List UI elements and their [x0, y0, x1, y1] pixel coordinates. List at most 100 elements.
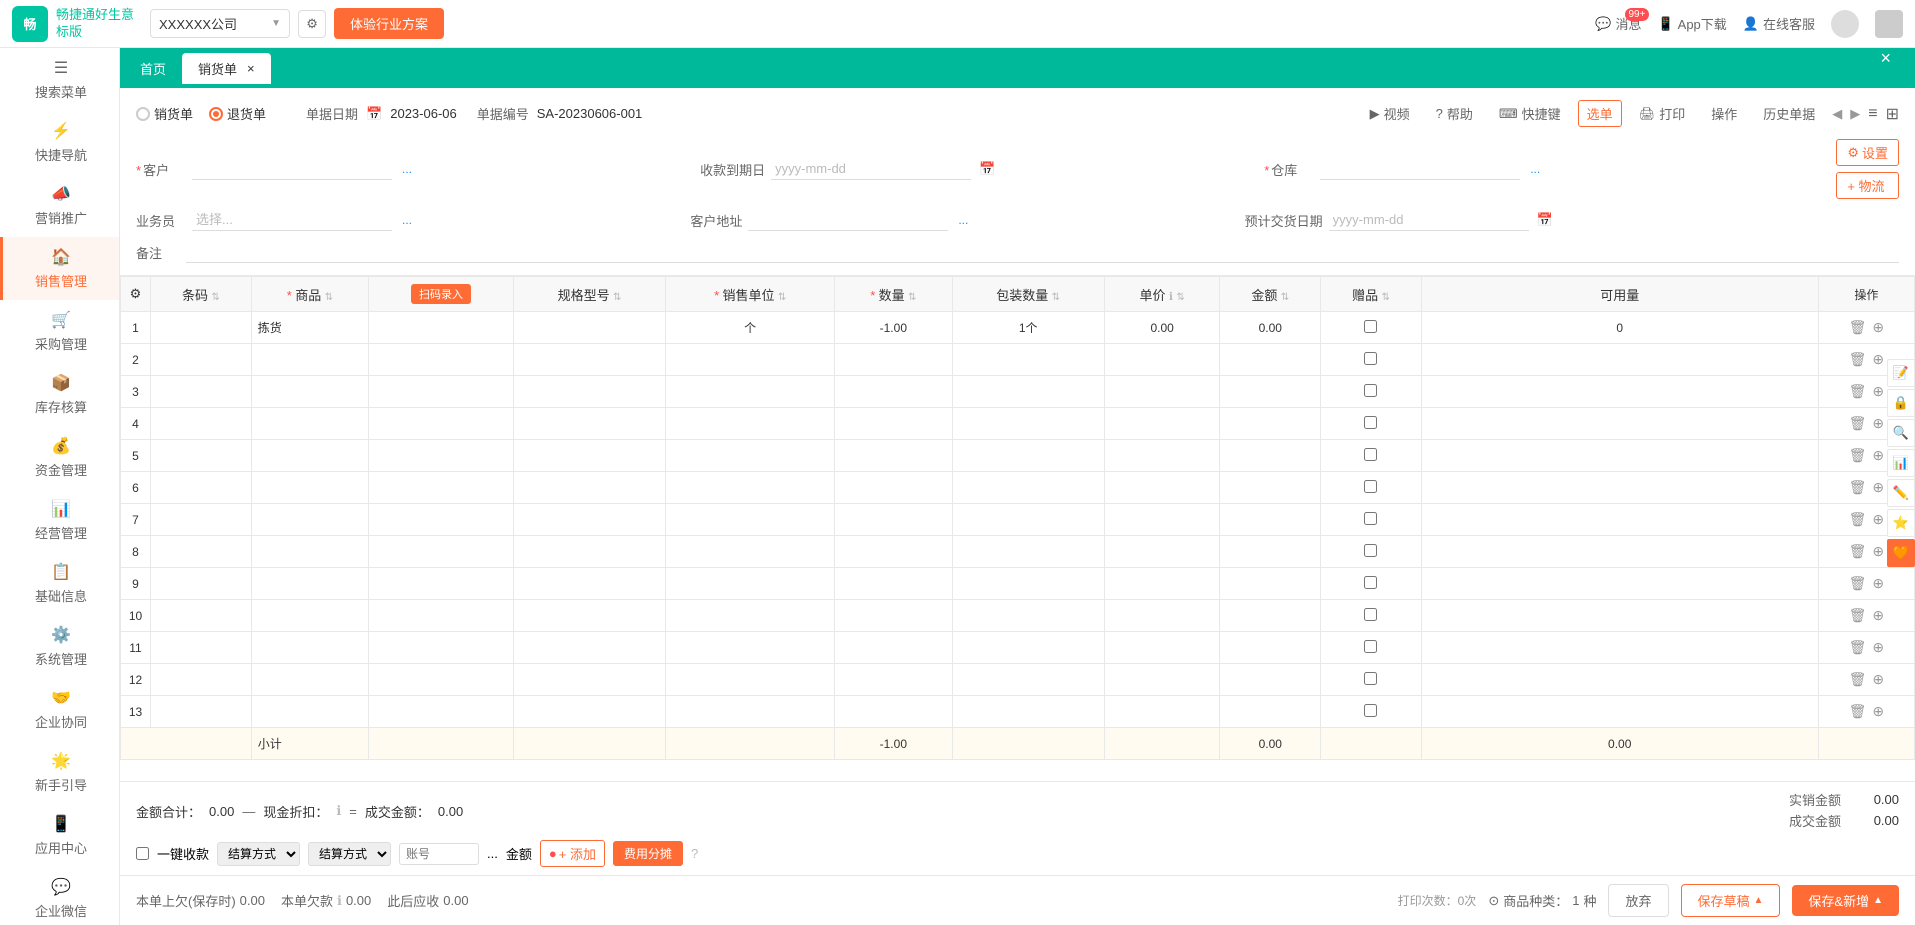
gift-checkbox[interactable]	[1364, 480, 1377, 493]
delete-icon[interactable]: 🗑	[1849, 543, 1867, 560]
logistics-button[interactable]: + 物流	[1836, 172, 1899, 199]
delete-icon[interactable]: 🗑	[1849, 479, 1867, 496]
video-button[interactable]: ▶ 视频	[1361, 100, 1419, 127]
copy-icon[interactable]: ⊕	[1872, 319, 1884, 336]
float-btn-4[interactable]: 📊	[1887, 449, 1915, 477]
sort-product-icon[interactable]: ⇅	[325, 292, 333, 303]
expected-date-input[interactable]	[1329, 209, 1529, 231]
copy-icon[interactable]: ⊕	[1872, 479, 1884, 496]
gift-checkbox[interactable]	[1364, 416, 1377, 429]
delete-icon[interactable]: 🗑	[1849, 607, 1867, 624]
tab-close-icon[interactable]: ×	[247, 61, 255, 76]
nav-prev-icon[interactable]: ◀	[1832, 106, 1842, 122]
copy-icon[interactable]: ⊕	[1872, 447, 1884, 464]
copy-icon[interactable]: ⊕	[1872, 511, 1884, 528]
delete-icon[interactable]: 🗑	[1849, 671, 1867, 688]
sidebar-item-purchase[interactable]: 🛒 采购管理	[0, 300, 119, 363]
sidebar-item-inventory[interactable]: 📦 库存核算	[0, 363, 119, 426]
col-settings-icon[interactable]: ⚙	[130, 286, 142, 301]
expected-calendar-icon[interactable]: 📅	[1537, 212, 1553, 228]
float-btn-5[interactable]: ✏️	[1887, 479, 1915, 507]
payment-date-input[interactable]	[771, 158, 971, 180]
gift-checkbox[interactable]	[1364, 448, 1377, 461]
online-service-button[interactable]: 👤 在线客服	[1743, 14, 1815, 33]
sidebar-item-finance[interactable]: 💰 资金管理	[0, 426, 119, 489]
warehouse-input[interactable]: 建材仓	[1320, 158, 1520, 180]
settings-button[interactable]: ⚙ 设置	[1836, 139, 1899, 166]
company-settings-button[interactable]: ⚙	[298, 10, 326, 38]
delete-icon[interactable]: 🗑	[1849, 319, 1867, 336]
delete-icon[interactable]: 🗑	[1849, 511, 1867, 528]
save-draft-button[interactable]: 保存草稿 ▲	[1681, 884, 1781, 917]
add-payment-button[interactable]: ● + 添加	[540, 840, 605, 867]
sidebar-item-guide[interactable]: 🌟 新手引导	[0, 741, 119, 804]
gift-checkbox[interactable]	[1364, 704, 1377, 717]
delete-icon[interactable]: 🗑	[1849, 415, 1867, 432]
sort-price-icon[interactable]: ⇅	[1176, 292, 1184, 303]
tab-home[interactable]: 首页	[124, 53, 182, 84]
salesperson-input[interactable]	[192, 209, 392, 231]
copy-icon[interactable]: ⊕	[1872, 543, 1884, 560]
delete-icon[interactable]: 🗑	[1849, 639, 1867, 656]
delete-icon[interactable]: 🗑	[1849, 703, 1867, 720]
messages-button[interactable]: 💬 消息 99+	[1595, 14, 1641, 33]
float-btn-1[interactable]: 📝	[1887, 359, 1915, 387]
gift-checkbox[interactable]	[1364, 640, 1377, 653]
copy-icon[interactable]: ⊕	[1872, 607, 1884, 624]
tab-sales-order[interactable]: 销货单 ×	[182, 53, 271, 84]
account-input[interactable]	[399, 843, 479, 865]
scan-button[interactable]: 扫码录入	[411, 284, 471, 304]
gift-checkbox[interactable]	[1364, 608, 1377, 621]
payment-calendar-icon[interactable]: 📅	[979, 161, 995, 177]
sort-unit-icon[interactable]: ⇅	[778, 292, 786, 303]
sidebar-item-app-center[interactable]: 📱 应用中心	[0, 804, 119, 867]
addr-ellipsis[interactable]: ...	[958, 213, 968, 227]
salesperson-ellipsis[interactable]: ...	[402, 213, 412, 227]
float-btn-3[interactable]: 🔍	[1887, 419, 1915, 447]
copy-icon[interactable]: ⊕	[1872, 415, 1884, 432]
float-btn-orange[interactable]: 🧡	[1887, 539, 1915, 567]
grid-view-icon[interactable]: ⊞	[1886, 104, 1899, 124]
sort-spec-icon[interactable]: ⇅	[613, 292, 621, 303]
history-button[interactable]: 历史单据	[1754, 100, 1824, 127]
sidebar-item-quick-nav[interactable]: ⚡ 快捷导航	[0, 111, 119, 174]
sort-packqty-icon[interactable]: ⇅	[1052, 292, 1060, 303]
radio-return-order[interactable]: 退货单	[209, 104, 266, 123]
shortcut-button[interactable]: ⌨ 快捷键	[1490, 100, 1570, 127]
select-button[interactable]: 选单	[1578, 100, 1622, 127]
app-download-button[interactable]: 📱 App下载	[1657, 14, 1726, 33]
customer-addr-input[interactable]	[748, 209, 948, 231]
gift-checkbox[interactable]	[1364, 544, 1377, 557]
nav-next-icon[interactable]: ▶	[1850, 106, 1860, 122]
copy-icon[interactable]: ⊕	[1872, 351, 1884, 368]
gift-checkbox[interactable]	[1364, 512, 1377, 525]
settle-method-select[interactable]: 结算方式	[217, 842, 300, 866]
company-select[interactable]: XXXXXX公司 ▼	[150, 9, 290, 38]
radio-sales-order[interactable]: 销货单	[136, 104, 193, 123]
help-button[interactable]: ? 帮助	[1427, 100, 1482, 127]
one-click-pay-checkbox[interactable]	[136, 847, 149, 860]
sidebar-item-sales[interactable]: 🏠 销售管理	[0, 237, 119, 300]
save-new-button[interactable]: 保存&新增 ▲	[1792, 885, 1899, 916]
account-select[interactable]: 结算方式	[308, 842, 391, 866]
warehouse-ellipsis[interactable]: ...	[1530, 162, 1540, 176]
fees-split-button[interactable]: 费用分摊	[613, 841, 683, 866]
copy-icon[interactable]: ⊕	[1872, 671, 1884, 688]
gift-checkbox[interactable]	[1364, 352, 1377, 365]
copy-icon[interactable]: ⊕	[1872, 575, 1884, 592]
gift-checkbox[interactable]	[1364, 384, 1377, 397]
customer-ellipsis[interactable]: ...	[402, 162, 412, 176]
sidebar-item-marketing[interactable]: 📣 营销推广	[0, 174, 119, 237]
discard-button[interactable]: 放弃	[1608, 884, 1668, 917]
delete-icon[interactable]: 🗑	[1849, 351, 1867, 368]
customer-input[interactable]	[192, 158, 392, 180]
print-button[interactable]: 🖨 打印	[1630, 100, 1695, 127]
notes-input[interactable]	[186, 241, 1899, 263]
close-window-icon[interactable]: ×	[1872, 48, 1899, 69]
avatar[interactable]	[1831, 10, 1859, 38]
float-btn-6[interactable]: ⭐	[1887, 509, 1915, 537]
list-view-icon[interactable]: ≡	[1868, 105, 1877, 123]
copy-icon[interactable]: ⊕	[1872, 383, 1884, 400]
sidebar-item-enterprise[interactable]: 🤝 企业协同	[0, 678, 119, 741]
delete-icon[interactable]: 🗑	[1849, 383, 1867, 400]
